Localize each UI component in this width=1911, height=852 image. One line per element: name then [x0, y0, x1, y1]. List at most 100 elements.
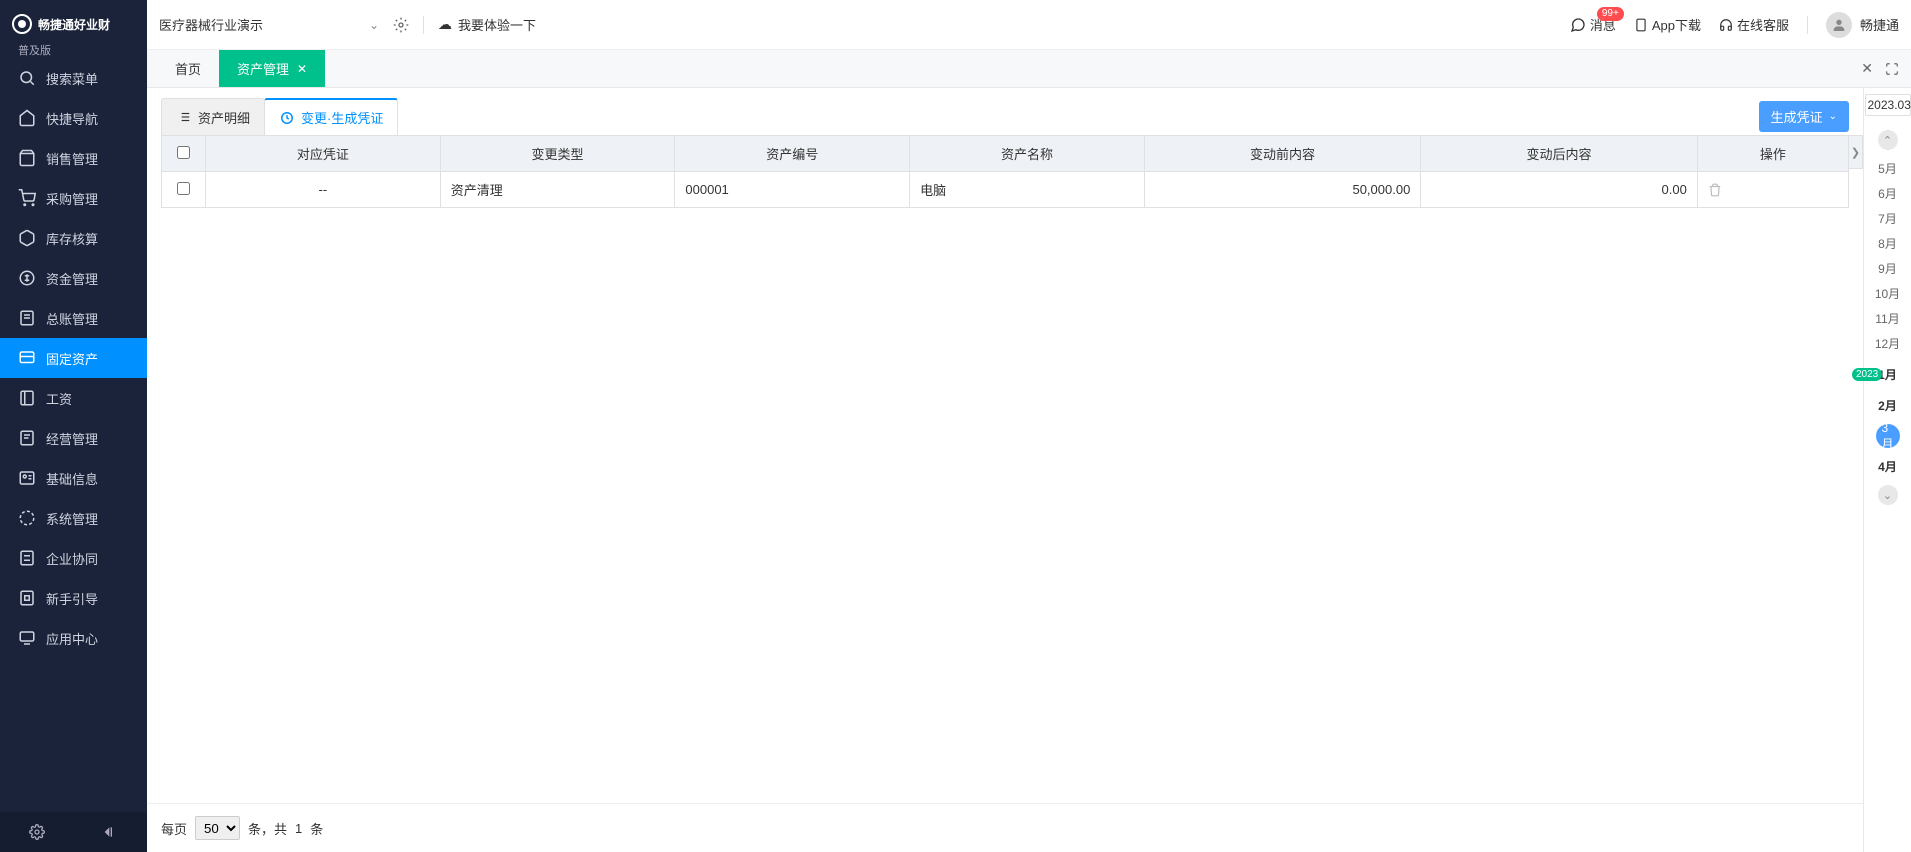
support-label: 在线客服	[1737, 15, 1789, 34]
col-voucher: 对应凭证	[206, 136, 441, 172]
gear-icon[interactable]	[393, 17, 409, 33]
month-item[interactable]: 10月	[1869, 281, 1906, 306]
separator	[423, 16, 424, 34]
cell-before: 50,000.00	[1144, 172, 1421, 208]
page-tab[interactable]: 首页	[157, 50, 219, 87]
sidebar-item-label: 销售管理	[46, 149, 98, 168]
sidebar-item-label: 采购管理	[46, 189, 98, 208]
guide-icon	[18, 589, 36, 607]
sidebar-item-ledger[interactable]: 总账管理	[0, 298, 147, 338]
sidebar-item-asset[interactable]: 固定资产	[0, 338, 147, 378]
sub-tab-label: 资产明细	[198, 108, 250, 127]
username: 畅捷通	[1860, 15, 1899, 34]
sidebar-item-box[interactable]: 库存核算	[0, 218, 147, 258]
sidebar-item-label: 总账管理	[46, 309, 98, 328]
sidebar-item-salary[interactable]: 工资	[0, 378, 147, 418]
bag-icon	[18, 149, 36, 167]
collapse-icon[interactable]	[102, 824, 118, 840]
support-button[interactable]: 在线客服	[1719, 15, 1789, 34]
close-all-tabs-icon[interactable]: ✕	[1861, 60, 1873, 77]
topbar: 医疗器械行业演示 ⌄ ☁ 我要体验一下 消息 99+ App下载	[147, 0, 1911, 50]
user-menu[interactable]: 畅捷通	[1826, 12, 1899, 38]
list-icon	[176, 109, 192, 125]
brand-logo: 畅捷通好业财	[0, 0, 147, 48]
generate-voucher-button[interactable]: 生成凭证 ⌄	[1759, 101, 1849, 132]
sidebar-item-cart[interactable]: 采购管理	[0, 178, 147, 218]
cell-asset-no: 000001	[675, 172, 910, 208]
sidebar-item-bag[interactable]: 销售管理	[0, 138, 147, 178]
app-download-label: App下载	[1652, 15, 1701, 34]
sub-tab[interactable]: 变更·生成凭证	[264, 98, 398, 135]
sidebar-item-label: 经营管理	[46, 429, 98, 448]
team-icon	[18, 549, 36, 567]
sidebar-item-system[interactable]: 系统管理	[0, 498, 147, 538]
messages-button[interactable]: 消息 99+	[1570, 15, 1616, 34]
current-period[interactable]: 2023.03	[1865, 94, 1911, 116]
sidebar-item-biz[interactable]: 经营管理	[0, 418, 147, 458]
next-months-icon[interactable]: ⌄	[1878, 485, 1898, 505]
sidebar-item-home[interactable]: 快捷导航	[0, 98, 147, 138]
chevron-down-icon: ⌄	[1829, 111, 1837, 122]
biz-icon	[18, 429, 36, 447]
month-item[interactable]: 11月	[1869, 306, 1906, 331]
sidebar-footer	[0, 812, 147, 852]
cloud-icon: ☁	[438, 16, 452, 33]
col-after: 变动后内容	[1421, 136, 1698, 172]
sidebar-item-label: 快捷导航	[46, 109, 98, 128]
month-item[interactable]: 9月	[1869, 256, 1906, 281]
org-selector[interactable]: 医疗器械行业演示 ⌄	[159, 15, 379, 34]
chevron-down-icon: ⌄	[369, 18, 379, 32]
sidebar-item-guide[interactable]: 新手引导	[0, 578, 147, 618]
separator	[1807, 16, 1808, 34]
refresh-icon	[279, 110, 295, 126]
month-item-current[interactable]: 3月	[1876, 424, 1900, 448]
month-item[interactable]: 8月	[1869, 231, 1906, 256]
sidebar-item-label: 企业协同	[46, 549, 98, 568]
month-item[interactable]: 5月	[1869, 156, 1906, 181]
prev-months-icon[interactable]: ⌃	[1878, 130, 1898, 150]
sidebar-item-appcenter[interactable]: 应用中心	[0, 618, 147, 658]
delete-icon[interactable]	[1708, 183, 1838, 197]
box-icon	[18, 229, 36, 247]
experience-button[interactable]: ☁ 我要体验一下	[438, 15, 536, 34]
cell-asset-name: 电脑	[910, 172, 1145, 208]
col-action: 操作	[1697, 136, 1848, 172]
salary-icon	[18, 389, 36, 407]
select-all-checkbox[interactable]	[177, 146, 190, 159]
close-icon[interactable]: ✕	[297, 62, 307, 76]
page-tabs: 首页资产管理 ✕ ✕	[147, 50, 1911, 88]
sidebar-item-label: 库存核算	[46, 229, 98, 248]
sidebar-item-team[interactable]: 企业协同	[0, 538, 147, 578]
page-tab[interactable]: 资产管理 ✕	[219, 50, 325, 87]
month-item[interactable]: 6月	[1869, 181, 1906, 206]
total-suffix: 条	[310, 819, 323, 838]
system-icon	[18, 509, 36, 527]
chat-icon	[1570, 17, 1586, 33]
sidebar-item-label: 应用中心	[46, 629, 98, 648]
sidebar-item-search[interactable]: 搜索菜单	[0, 58, 147, 98]
row-checkbox[interactable]	[177, 182, 190, 195]
fullscreen-icon[interactable]	[1885, 62, 1899, 76]
sidebar: 畅捷通好业财 普及版 搜索菜单快捷导航销售管理采购管理库存核算资金管理总账管理固…	[0, 0, 147, 852]
year-badge: 2023	[1852, 368, 1882, 381]
expand-columns-handle[interactable]: ❯	[1849, 135, 1863, 169]
sidebar-item-info[interactable]: 基础信息	[0, 458, 147, 498]
org-name: 医疗器械行业演示	[159, 15, 263, 34]
sidebar-item-label: 固定资产	[46, 349, 98, 368]
month-item[interactable]: 4月	[1872, 454, 1903, 479]
page-size-select[interactable]: 50	[195, 816, 240, 840]
sidebar-item-wallet[interactable]: 资金管理	[0, 258, 147, 298]
month-item[interactable]: 12月	[1869, 331, 1906, 356]
tab-label: 资产管理	[237, 59, 289, 78]
messages-badge: 99+	[1597, 7, 1624, 21]
home-icon	[18, 109, 36, 127]
sub-tab[interactable]: 资产明细	[161, 98, 265, 135]
month-item[interactable]: 7月	[1869, 206, 1906, 231]
cell-change-type: 资产清理	[440, 172, 675, 208]
month-item[interactable]: 2月	[1872, 393, 1903, 418]
col-change-type: 变更类型	[440, 136, 675, 172]
app-download-button[interactable]: App下载	[1634, 15, 1701, 34]
search-icon	[18, 69, 36, 87]
settings-icon[interactable]	[29, 824, 45, 840]
asset-icon	[18, 349, 36, 367]
